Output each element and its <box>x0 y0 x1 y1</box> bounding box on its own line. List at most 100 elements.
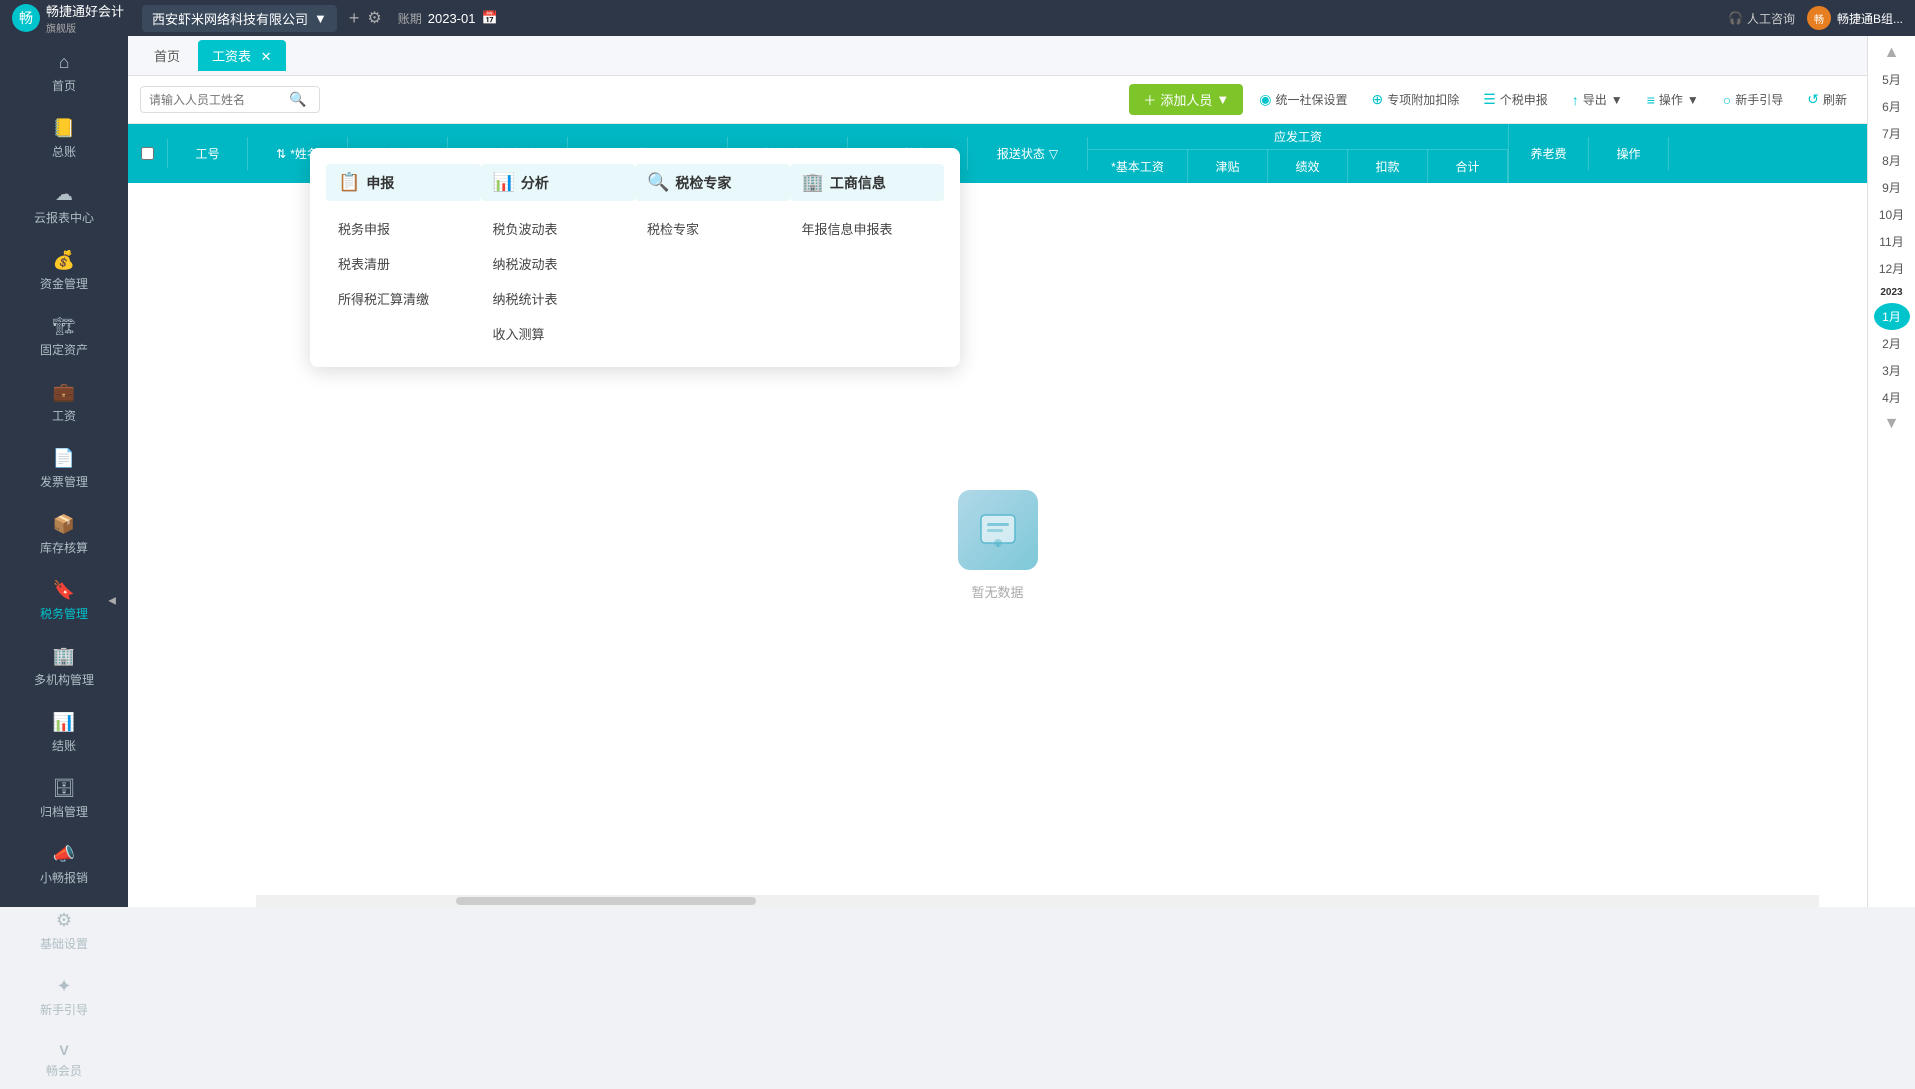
sidebar-item-ledger[interactable]: 📒 总账 <box>6 108 122 170</box>
add-icon: ＋ <box>1143 90 1156 109</box>
sidebar-item-label: 基础设置 <box>40 935 88 952</box>
sidebar-item-label: 畅会员 <box>46 1062 82 1079</box>
special-deduction-icon: ⊕ <box>1371 91 1383 108</box>
month-12[interactable]: 12月 <box>1872 255 1912 282</box>
operation-arrow-icon: ▼ <box>1687 93 1699 107</box>
refresh-button[interactable]: ↺ 刷新 <box>1799 87 1855 112</box>
sidebar-item-label: 固定资产 <box>40 341 88 358</box>
user-name: 畅捷通B组... <box>1837 10 1903 27</box>
sidebar-item-cloud-report[interactable]: ☁ 云报表中心 <box>6 174 122 236</box>
settings-icon[interactable]: ⚙ <box>367 8 381 28</box>
th-base-wage: *基本工资 <box>1088 150 1188 183</box>
social-insurance-button[interactable]: ◉ 统一社保设置 <box>1251 87 1355 112</box>
month-3[interactable]: 3月 <box>1872 357 1912 384</box>
sidebar-item-inventory[interactable]: 📦 库存核算 <box>6 504 122 566</box>
assets-icon: 🏗 <box>53 316 76 337</box>
analysis-icon: 📊 <box>493 172 515 193</box>
export-arrow-icon: ▼ <box>1611 93 1623 107</box>
sidebar-item-archive[interactable]: 🗄 归档管理 <box>6 768 122 830</box>
export-button[interactable]: ↑ 导出 ▼ <box>1564 87 1631 112</box>
tax-fluctuation-item[interactable]: 纳税波动表 <box>481 246 636 281</box>
income-tax-item[interactable]: 所得税汇算清缴 <box>326 281 481 316</box>
operation-icon: ≡ <box>1647 92 1655 108</box>
dropdown-columns: 📋 申报 税务申报 税表清册 所得税汇算清缴 📊 分析 税负波动表 纳税波动表 … <box>326 164 944 351</box>
user-info[interactable]: 畅 畅捷通B组... <box>1807 6 1903 30</box>
individual-tax-button[interactable]: ☰ 个税申报 <box>1475 87 1556 112</box>
social-insurance-icon: ◉ <box>1259 91 1271 108</box>
member-icon: V <box>59 1042 68 1058</box>
declaration-icon: 📋 <box>338 172 360 193</box>
tax-declaration-item[interactable]: 税务申报 <box>326 211 481 246</box>
tab-close-icon[interactable]: ✕ <box>261 49 272 64</box>
month-7[interactable]: 7月 <box>1872 120 1912 147</box>
select-all-checkbox[interactable] <box>141 147 154 160</box>
sidebar-item-marketing[interactable]: 📣 小畅报销 <box>6 834 122 896</box>
tax-statistics-item[interactable]: 纳税统计表 <box>481 281 636 316</box>
fund-icon: 💰 <box>53 250 75 271</box>
sidebar-item-payroll[interactable]: 💼 工资 <box>6 372 122 434</box>
company-name: 西安虾米网络科技有限公司 <box>152 9 308 28</box>
month-11[interactable]: 11月 <box>1872 228 1912 255</box>
tab-home[interactable]: 首页 <box>140 40 194 71</box>
scrollbar[interactable] <box>256 895 1819 907</box>
logo-sub: 旗舰版 <box>46 20 124 35</box>
business-info-label: 工商信息 <box>830 173 886 193</box>
sidebar-item-member[interactable]: V 畅会员 <box>6 1032 122 1089</box>
month-8[interactable]: 8月 <box>1872 147 1912 174</box>
month-4[interactable]: 4月 <box>1872 384 1912 411</box>
marketing-icon: 📣 <box>53 844 75 865</box>
month-10[interactable]: 10月 <box>1872 201 1912 228</box>
company-selector[interactable]: 西安虾米网络科技有限公司 ▼ <box>142 5 337 32</box>
sidebar-item-home[interactable]: ⌂ 首页 <box>6 42 122 104</box>
sidebar-item-invoice[interactable]: 📄 发票管理 <box>6 438 122 500</box>
sidebar-item-guide[interactable]: ✦ 新手引导 <box>6 966 122 1028</box>
sidebar-item-label: 结账 <box>52 737 76 754</box>
support-button[interactable]: 🎧 人工咨询 <box>1728 10 1795 27</box>
search-input[interactable] <box>149 93 289 107</box>
sidebar-item-fund[interactable]: 💰 资金管理 <box>6 240 122 302</box>
sidebar-item-settlement[interactable]: 📊 结账 <box>6 702 122 764</box>
sidebar-item-tax[interactable]: 🔖 税务管理 ◀ <box>6 570 122 632</box>
dropdown-col-analysis: 📊 分析 税负波动表 纳税波动表 纳税统计表 收入测算 <box>481 164 636 351</box>
scroll-down-icon[interactable]: ▼ <box>1880 411 1904 437</box>
logo-icon: 畅 <box>12 4 40 32</box>
tax-expert-icon: 🔍 <box>647 172 669 193</box>
month-2[interactable]: 2月 <box>1872 330 1912 357</box>
month-1-active[interactable]: 1月 <box>1874 303 1910 330</box>
scrollbar-thumb[interactable] <box>456 897 756 905</box>
th-checkbox[interactable] <box>128 139 168 168</box>
toolbar: 🔍 ＋ 添加人员 ▼ ◉ 统一社保设置 ⊕ 专项附加扣除 ☰ 个税申报 ↑ 导 <box>128 76 1867 124</box>
filter2-icon[interactable]: ▽ <box>1049 147 1058 161</box>
guide-button[interactable]: ○ 新手引导 <box>1715 87 1791 112</box>
tax-schedule-item[interactable]: 税表清册 <box>326 246 481 281</box>
invoice-icon: 📄 <box>53 448 75 469</box>
inventory-icon: 📦 <box>53 514 75 535</box>
calendar-icon[interactable]: 📅 <box>481 10 497 26</box>
income-estimate-item[interactable]: 收入测算 <box>481 316 636 351</box>
month-6[interactable]: 6月 <box>1872 93 1912 120</box>
annual-report-item[interactable]: 年报信息申报表 <box>790 211 945 246</box>
business-info-header: 🏢 工商信息 <box>790 164 945 201</box>
payroll-icon: 💼 <box>53 382 75 403</box>
sidebar-item-multi-org[interactable]: 🏢 多机构管理 <box>6 636 122 698</box>
sidebar-item-basic-settings[interactable]: ⚙ 基础设置 <box>6 900 122 962</box>
tab-payroll[interactable]: 工资表 ✕ <box>198 40 286 71</box>
tax-expert-item[interactable]: 税检专家 <box>635 211 790 246</box>
month-5[interactable]: 5月 <box>1872 66 1912 93</box>
tax-burden-item[interactable]: 税负波动表 <box>481 211 636 246</box>
th-id: 工号 <box>168 137 248 170</box>
month-9[interactable]: 9月 <box>1872 174 1912 201</box>
add-company-icon[interactable]: + <box>349 8 360 29</box>
scroll-up-icon[interactable]: ▲ <box>1880 40 1904 66</box>
sidebar-item-fixed-assets[interactable]: 🏗 固定资产 <box>6 306 122 368</box>
add-person-button[interactable]: ＋ 添加人员 ▼ <box>1129 84 1243 115</box>
special-deduction-button[interactable]: ⊕ 专项附加扣除 <box>1363 87 1467 112</box>
tax-expert-label: 税检专家 <box>675 173 731 193</box>
declaration-header: 📋 申报 <box>326 164 481 201</box>
search-input-wrap: 🔍 <box>140 86 320 113</box>
settings-icon: ⚙ <box>56 910 72 931</box>
cloud-icon: ☁ <box>55 184 73 205</box>
declaration-label: 申报 <box>366 173 394 193</box>
wage-group: 应发工资 *基本工资 津贴 绩效 扣款 合计 <box>1088 124 1509 183</box>
operation-button[interactable]: ≡ 操作 ▼ <box>1639 87 1707 112</box>
